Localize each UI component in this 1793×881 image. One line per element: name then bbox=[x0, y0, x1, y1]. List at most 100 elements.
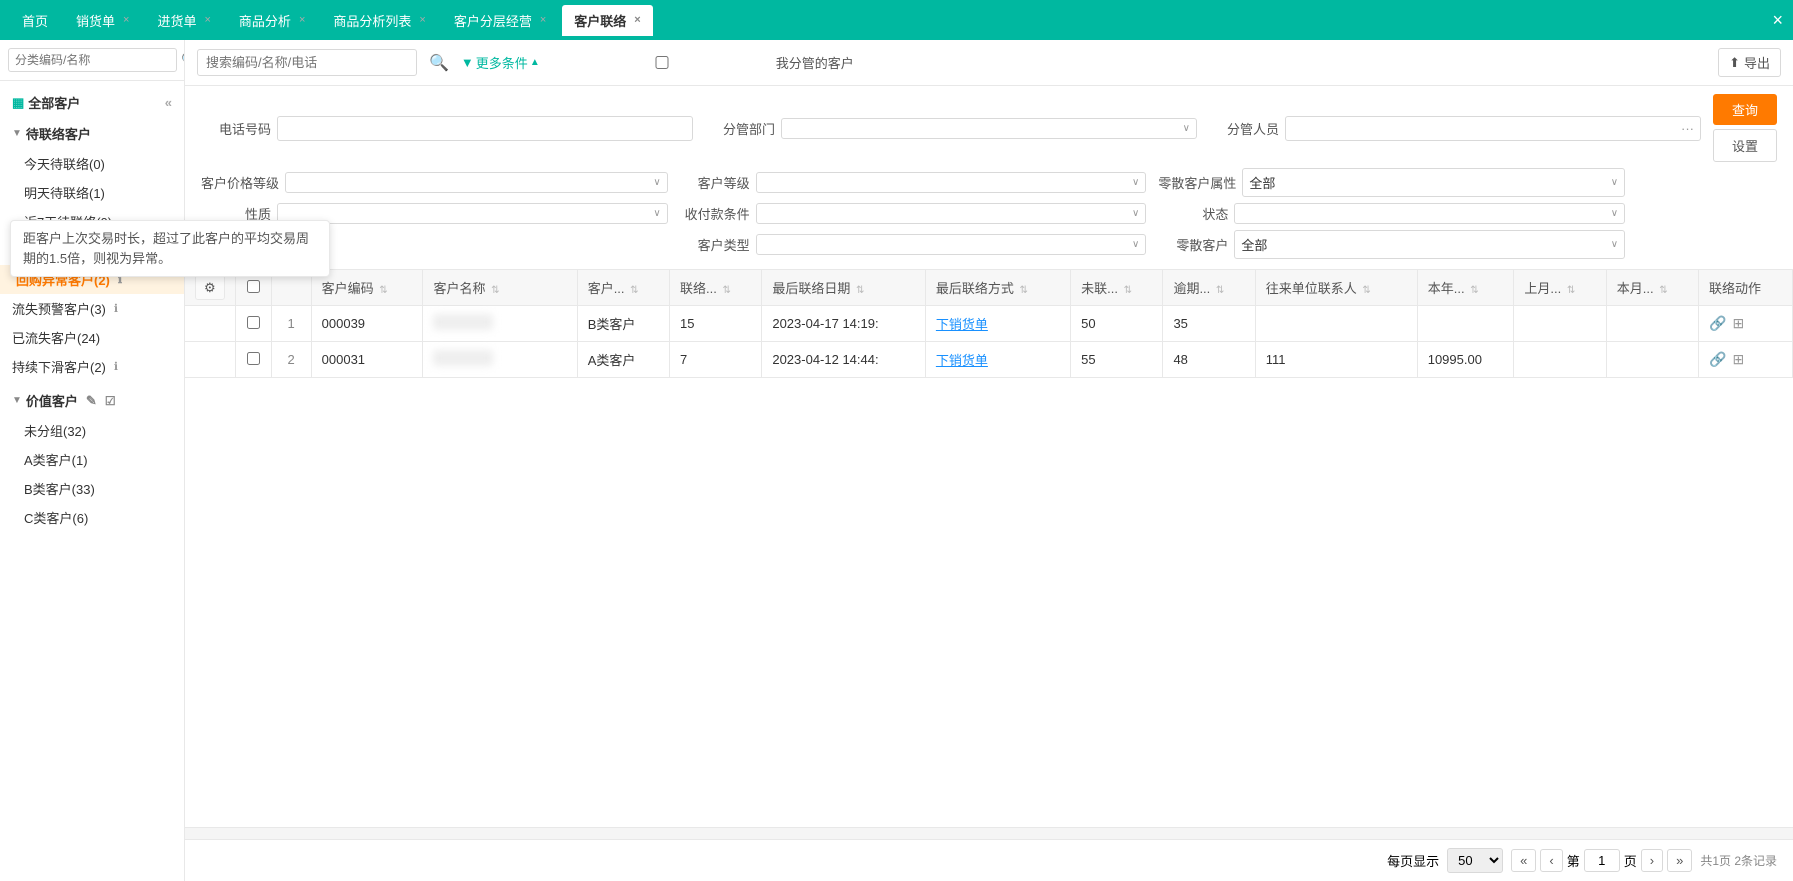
sidebar-item-tomorrow[interactable]: 明天待联络(1) bbox=[0, 178, 184, 207]
code-sort-icon[interactable]: ⇅ bbox=[379, 285, 387, 296]
sidebar-collapse-btn[interactable]: « bbox=[165, 95, 172, 110]
person-select[interactable]: ··· bbox=[1285, 116, 1701, 141]
tab-home[interactable]: 首页 bbox=[10, 5, 60, 36]
th-contact-person[interactable]: 往来单位联系人 ⇅ bbox=[1255, 270, 1417, 306]
close-all-button[interactable]: × bbox=[1772, 10, 1783, 31]
last-method-link-2[interactable]: 下销货单 bbox=[936, 353, 988, 368]
last-month-sort-icon[interactable]: ⇅ bbox=[1567, 285, 1575, 296]
th-overdue[interactable]: 逾期... ⇅ bbox=[1163, 270, 1255, 306]
sidebar-item-unclassified[interactable]: 未分组(32) bbox=[0, 416, 184, 445]
close-customer-contact-tab[interactable]: × bbox=[634, 14, 640, 26]
prev-page-button[interactable]: ‹ bbox=[1540, 849, 1562, 872]
price-level-select[interactable]: ∨ bbox=[285, 172, 668, 193]
this-month-sort-icon[interactable]: ⇅ bbox=[1659, 285, 1667, 296]
sidebar-item-class-a[interactable]: A类客户(1) bbox=[0, 445, 184, 474]
row1-checkbox[interactable] bbox=[247, 316, 260, 329]
td-last-method-1[interactable]: 下销货单 bbox=[925, 306, 1070, 342]
td-checkbox-1[interactable] bbox=[235, 306, 271, 342]
value-customers-settings-icon[interactable]: ☑ bbox=[105, 394, 116, 408]
query-button[interactable]: 查询 bbox=[1713, 94, 1777, 125]
loss-warning-info-icon[interactable]: ℹ bbox=[114, 302, 118, 315]
sidebar-search-input[interactable] bbox=[8, 48, 177, 72]
dept-select[interactable]: ∨ bbox=[781, 118, 1197, 139]
unread-sort-icon[interactable]: ⇅ bbox=[1124, 285, 1132, 296]
this-year-sort-icon[interactable]: ⇅ bbox=[1470, 285, 1478, 296]
sidebar-item-class-b[interactable]: B类客户(33) bbox=[0, 474, 184, 503]
td-checkbox-2[interactable] bbox=[235, 342, 271, 378]
nature-select[interactable]: ∨ bbox=[277, 203, 668, 224]
declining-info-icon[interactable]: ℹ bbox=[114, 360, 118, 373]
arrow-down-icon-2: ▼ bbox=[12, 395, 22, 406]
person-more-icon[interactable]: ··· bbox=[1681, 121, 1694, 136]
customer-type-select[interactable]: ∨ bbox=[756, 234, 1147, 255]
th-unread[interactable]: 未联... ⇅ bbox=[1071, 270, 1163, 306]
th-name[interactable]: 客户名称 ⇅ bbox=[423, 270, 577, 306]
tab-sales[interactable]: 销货单 × bbox=[64, 5, 141, 36]
th-this-month[interactable]: 本月... ⇅ bbox=[1606, 270, 1698, 306]
scatter-attr-select[interactable]: 全部 ∨ bbox=[1242, 168, 1625, 197]
date-sort-icon[interactable]: ⇅ bbox=[856, 285, 864, 296]
th-this-year[interactable]: 本年... ⇅ bbox=[1417, 270, 1514, 306]
close-customer-tier-tab[interactable]: × bbox=[540, 14, 546, 26]
tab-analysis-list[interactable]: 商品分析列表 × bbox=[321, 5, 437, 36]
contact-person-sort-icon[interactable]: ⇅ bbox=[1362, 285, 1370, 296]
export-button[interactable]: ⬆ 导出 bbox=[1718, 48, 1781, 77]
sidebar-all-customers[interactable]: ▦ 全部客户 « bbox=[0, 87, 184, 118]
first-page-button[interactable]: « bbox=[1511, 849, 1536, 872]
sidebar-item-today[interactable]: 今天待联络(0) bbox=[0, 149, 184, 178]
phone-input[interactable] bbox=[277, 116, 693, 141]
scatter-customer-select[interactable]: 全部 ∨ bbox=[1234, 230, 1625, 259]
settings-button[interactable]: 设置 bbox=[1713, 129, 1777, 162]
type-sort-icon[interactable]: ⇅ bbox=[630, 285, 638, 296]
payment-select[interactable]: ∨ bbox=[756, 203, 1147, 224]
th-type[interactable]: 客户... ⇅ bbox=[577, 270, 669, 306]
td-contact-1: 15 bbox=[670, 306, 762, 342]
link-action-icon-2[interactable]: 🔗 bbox=[1709, 351, 1726, 368]
my-customers-checkbox[interactable]: 我分管的客户 bbox=[552, 53, 854, 72]
sidebar-item-lost[interactable]: 已流失客户(24) bbox=[0, 323, 184, 352]
tab-customer-tier[interactable]: 客户分层经营 × bbox=[442, 5, 558, 36]
name-sort-icon[interactable]: ⇅ bbox=[491, 285, 499, 296]
td-action-2: 🔗 ⊞ bbox=[1699, 342, 1793, 378]
search-button[interactable]: 🔍 bbox=[429, 53, 449, 73]
sidebar-item-class-c[interactable]: C类客户(6) bbox=[0, 503, 184, 532]
row2-checkbox[interactable] bbox=[247, 352, 260, 365]
gear-icon[interactable]: ⚙ bbox=[195, 275, 225, 300]
tab-purchase[interactable]: 进货单 × bbox=[145, 5, 222, 36]
contact-sort-icon[interactable]: ⇅ bbox=[722, 285, 730, 296]
nature-arrow-icon: ∨ bbox=[653, 208, 660, 219]
th-last-contact-method[interactable]: 最后联络方式 ⇅ bbox=[925, 270, 1070, 306]
status-select[interactable]: ∨ bbox=[1234, 203, 1625, 224]
last-page-button[interactable]: » bbox=[1667, 849, 1692, 872]
horizontal-scrollbar[interactable] bbox=[185, 827, 1793, 839]
sidebar-value-customers-header[interactable]: ▼ 价值客户 ✎ ☑ bbox=[0, 385, 184, 416]
close-analysis-tab[interactable]: × bbox=[299, 14, 305, 26]
close-analysis-list-tab[interactable]: × bbox=[419, 14, 425, 26]
tab-analysis[interactable]: 商品分析 × bbox=[227, 5, 317, 36]
tab-customer-contact[interactable]: 客户联络 × bbox=[562, 5, 652, 36]
close-purchase-tab[interactable]: × bbox=[204, 14, 210, 26]
customer-level-select[interactable]: ∨ bbox=[756, 172, 1147, 193]
sidebar-item-declining[interactable]: 持续下滑客户(2) ℹ bbox=[0, 352, 184, 381]
page-input[interactable] bbox=[1584, 849, 1620, 872]
select-all-checkbox[interactable] bbox=[247, 280, 260, 293]
next-page-button[interactable]: › bbox=[1641, 849, 1663, 872]
sidebar-pending-header[interactable]: ▼ 待联络客户 bbox=[0, 118, 184, 149]
link-action-icon-1[interactable]: 🔗 bbox=[1709, 315, 1726, 332]
my-customers-check[interactable] bbox=[552, 56, 772, 69]
td-last-method-2[interactable]: 下销货单 bbox=[925, 342, 1070, 378]
per-page-select[interactable]: 50 100 bbox=[1447, 848, 1503, 873]
value-customers-edit-icon[interactable]: ✎ bbox=[86, 393, 97, 409]
grid-action-icon-2[interactable]: ⊞ bbox=[1732, 351, 1744, 368]
overdue-sort-icon[interactable]: ⇅ bbox=[1216, 285, 1224, 296]
sidebar-item-loss-warning[interactable]: 流失预警客户(3) ℹ bbox=[0, 294, 184, 323]
th-contact[interactable]: 联络... ⇅ bbox=[670, 270, 762, 306]
th-last-contact-date[interactable]: 最后联络日期 ⇅ bbox=[762, 270, 926, 306]
th-last-month[interactable]: 上月... ⇅ bbox=[1514, 270, 1606, 306]
method-sort-icon[interactable]: ⇅ bbox=[1020, 285, 1028, 296]
search-input[interactable] bbox=[197, 49, 417, 76]
last-method-link-1[interactable]: 下销货单 bbox=[936, 317, 988, 332]
grid-action-icon-1[interactable]: ⊞ bbox=[1732, 315, 1744, 332]
more-conditions-button[interactable]: ▼ 更多条件 ▲ bbox=[461, 53, 540, 72]
close-sales-tab[interactable]: × bbox=[123, 14, 129, 26]
